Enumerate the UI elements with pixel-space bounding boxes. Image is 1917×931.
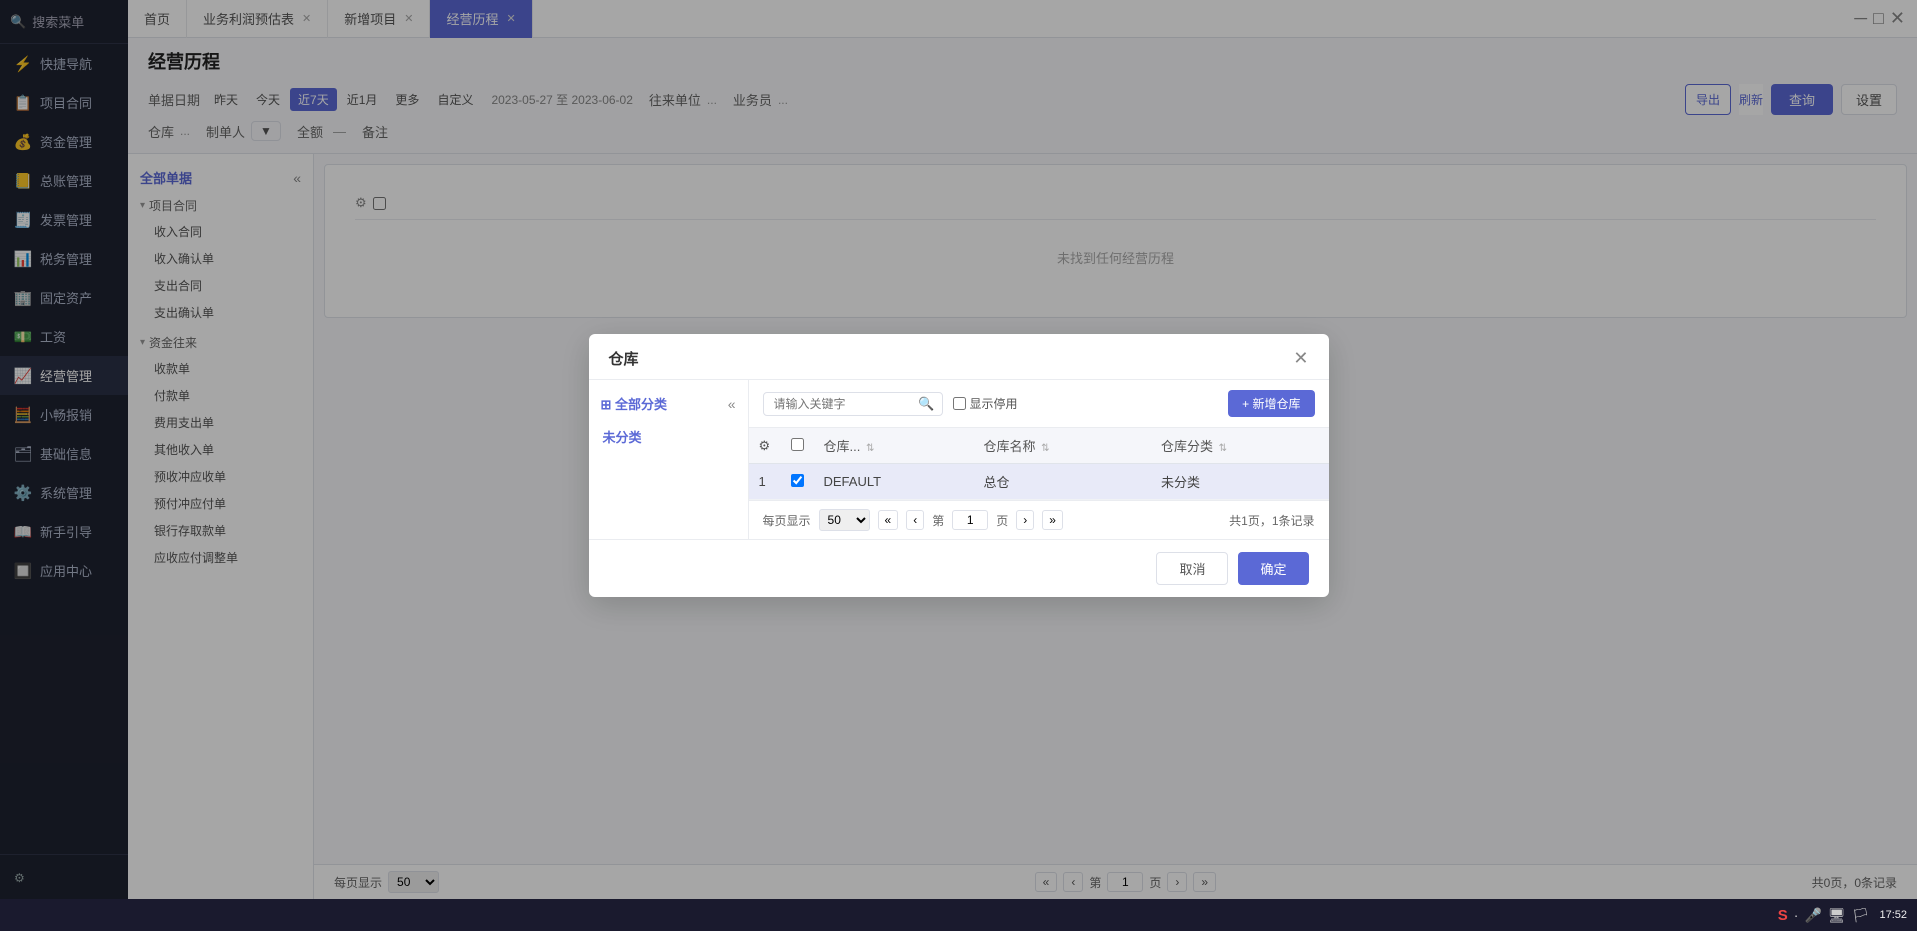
row-category: 未分类: [1151, 464, 1329, 500]
modal-table-wrap: ⚙ 仓库... ⇅ 仓库名称 ⇅: [749, 428, 1329, 500]
modal-last-page-btn[interactable]: »: [1042, 510, 1063, 530]
modal-left-collapse-btn[interactable]: «: [728, 396, 736, 412]
taskbar-icon-mic: 🎤: [1804, 907, 1821, 924]
modal-page-size-select[interactable]: 50 100: [819, 509, 870, 531]
modal-close-btn[interactable]: ✕: [1293, 348, 1308, 369]
row-name: 总仓: [974, 464, 1151, 500]
modal-table-row[interactable]: 1 DEFAULT 总仓 未分类: [749, 464, 1329, 500]
modal-prev-page-btn[interactable]: ‹: [906, 510, 924, 530]
modal-next-page-btn[interactable]: ›: [1016, 510, 1034, 530]
modal-action-bar: 取消 确定: [589, 539, 1329, 597]
modal-cancel-btn[interactable]: 取消: [1156, 552, 1228, 585]
warehouse-modal: 仓库 ✕ ⊞ 全部分类 « 未分类: [589, 334, 1329, 597]
modal-total: 共1页，1条记录: [1229, 512, 1314, 529]
col-category: 仓库分类 ⇅: [1151, 428, 1329, 464]
modal-body: ⊞ 全部分类 « 未分类 🔍 显示停用: [589, 380, 1329, 539]
taskbar-time: 17:52: [1879, 909, 1907, 921]
col-checkbox: [781, 428, 814, 464]
modal-table-header-row: ⚙ 仓库... ⇅ 仓库名称 ⇅: [749, 428, 1329, 464]
modal-left-items: 未分类: [589, 421, 748, 452]
modal-right-panel: 🔍 显示停用 + 新增仓库 ⚙: [749, 380, 1329, 539]
modal-page-label: 第: [932, 512, 944, 529]
modal-table: ⚙ 仓库... ⇅ 仓库名称 ⇅: [749, 428, 1329, 500]
modal-title: 仓库: [609, 348, 639, 369]
taskbar-icon-flag: 🏳: [1852, 907, 1870, 924]
modal-footer-bar: 每页显示 50 100 « ‹ 第 页 › » 共1页，1条记录: [749, 500, 1329, 539]
show-disabled-text: 显示停用: [970, 395, 1018, 412]
row-checkbox[interactable]: [791, 474, 804, 487]
add-warehouse-btn[interactable]: + 新增仓库: [1228, 390, 1314, 417]
col-code-label: 仓库... ⇅: [824, 439, 875, 454]
modal-left-all-label[interactable]: ⊞ 全部分类: [601, 394, 668, 413]
modal-left-header: ⊞ 全部分类 «: [589, 390, 748, 421]
modal-header: 仓库 ✕: [589, 334, 1329, 380]
modal-search-wrapper: 🔍: [763, 392, 943, 416]
modal-ok-btn[interactable]: 确定: [1238, 552, 1308, 585]
search-icon-modal: 🔍: [918, 396, 934, 412]
col-code: 仓库... ⇅: [814, 428, 974, 464]
sort-icon-code: ⇅: [866, 443, 874, 454]
show-disabled-label[interactable]: 显示停用: [953, 395, 1018, 412]
row-code: DEFAULT: [814, 464, 974, 500]
row-checkbox-cell[interactable]: [781, 464, 814, 500]
modal-first-page-btn[interactable]: «: [878, 510, 899, 530]
col-name: 仓库名称 ⇅: [974, 428, 1151, 464]
col-name-label: 仓库名称 ⇅: [984, 439, 1050, 454]
taskbar-icons: S · 🎤 🖥 🏳: [1778, 907, 1870, 924]
row-id: 1: [749, 464, 781, 500]
modal-left-panel: ⊞ 全部分类 « 未分类: [589, 380, 749, 539]
show-disabled-checkbox[interactable]: [953, 397, 966, 410]
col-settings: ⚙: [749, 428, 781, 464]
taskbar-icon-s: S: [1778, 907, 1788, 924]
col-category-label: 仓库分类 ⇅: [1161, 439, 1227, 454]
modal-page-input[interactable]: [952, 510, 988, 530]
modal-page-size-label: 每页显示: [763, 512, 811, 529]
sort-icon-category: ⇅: [1219, 443, 1227, 454]
taskbar-icon-dot: ·: [1794, 907, 1799, 923]
modal-search-input[interactable]: [763, 392, 943, 416]
modal-page-suffix: 页: [996, 512, 1008, 529]
sort-icon-name: ⇅: [1041, 443, 1049, 454]
grid-icon-modal: ⊞: [601, 397, 612, 412]
modal-overlay: 仓库 ✕ ⊞ 全部分类 « 未分类: [0, 0, 1917, 931]
modal-select-all[interactable]: [791, 438, 804, 451]
modal-table-body: 1 DEFAULT 总仓 未分类: [749, 464, 1329, 500]
col-settings-icon[interactable]: ⚙: [759, 438, 771, 453]
modal-toolbar: 🔍 显示停用 + 新增仓库: [749, 380, 1329, 428]
taskbar: S · 🎤 🖥 🏳 17:52: [0, 899, 1917, 931]
modal-table-head: ⚙ 仓库... ⇅ 仓库名称 ⇅: [749, 428, 1329, 464]
modal-left-item-未分类[interactable]: 未分类: [589, 421, 748, 452]
taskbar-icon-screen: 🖥: [1828, 907, 1846, 924]
